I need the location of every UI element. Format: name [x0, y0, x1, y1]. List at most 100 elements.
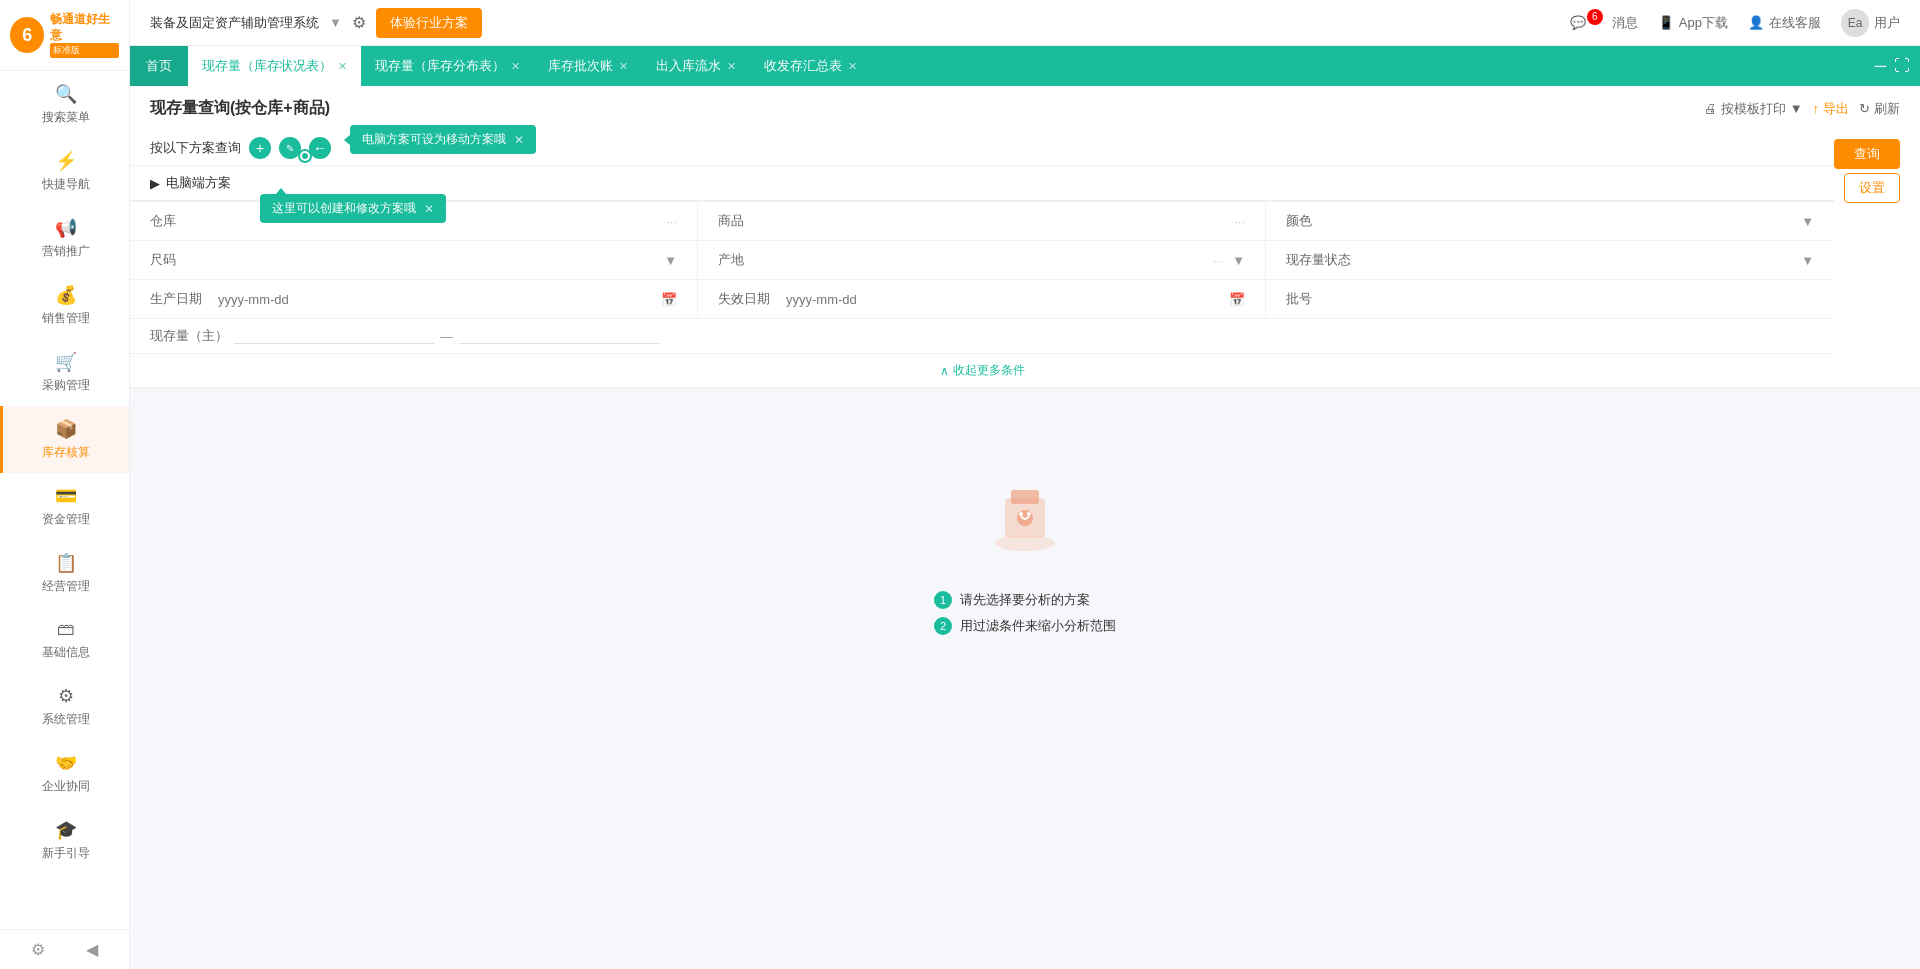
tab-close-inventory-dist[interactable]: ✕: [511, 60, 520, 73]
experience-button[interactable]: 体验行业方案: [376, 8, 482, 38]
filter-origin: 产地 ··· ▼: [698, 241, 1266, 279]
main-content: 装备及固定资产辅助管理系统 ▼ ⚙ 体验行业方案 💬 6 消息 📱 App下载 …: [130, 0, 1920, 969]
stock-status-arrow-icon[interactable]: ▼: [1801, 253, 1814, 268]
search-form: 按以下方案查询 + ✎ ← 电脑方案可设为移动方案哦 ✕: [130, 131, 1920, 387]
tab-receive-summary[interactable]: 收发存汇总表 ✕: [750, 46, 871, 86]
filter-row-2: 尺码 ▼ 产地 ··· ▼ 现存量状态: [130, 240, 1834, 279]
tab-close-inventory-status[interactable]: ✕: [338, 60, 347, 73]
sidebar-item-basic-info[interactable]: 🗃 基础信息: [0, 607, 129, 673]
sidebar-item-purchase[interactable]: 🛒 采购管理: [0, 339, 129, 406]
collapse-label: 收起更多条件: [953, 362, 1025, 379]
filter-size: 尺码 ▼: [130, 241, 698, 279]
sidebar-item-newbie[interactable]: 🎓 新手引导: [0, 807, 129, 874]
expiry-date-label: 失效日期: [718, 290, 778, 308]
tab-inventory-dist[interactable]: 现存量（库存分布表） ✕: [361, 46, 534, 86]
filter-stock-status: 现存量状态 ▼: [1266, 241, 1834, 279]
online-support-action[interactable]: 👤 在线客服: [1748, 14, 1821, 32]
sidebar: 6 畅通道好生意 标准版 🔍 搜索菜单 ⚡ 快捷导航 📢 营销推广 💰 销售管理: [0, 0, 130, 969]
sidebar-settings-btn[interactable]: ⚙: [31, 940, 45, 959]
sidebar-item-quick-nav[interactable]: ⚡ 快捷导航: [0, 138, 129, 205]
tab-minimize-icon[interactable]: ─: [1875, 57, 1886, 75]
tab-batch-account[interactable]: 库存批次账 ✕: [534, 46, 642, 86]
refresh-icon: ↻: [1859, 101, 1870, 116]
warehouse-dots-icon[interactable]: ···: [666, 214, 677, 229]
sidebar-item-operations[interactable]: 📋 经营管理: [0, 540, 129, 607]
search-button[interactable]: 查询: [1834, 139, 1900, 169]
header-settings-btn[interactable]: ⚙: [352, 13, 366, 32]
tab-home[interactable]: 首页: [130, 46, 188, 86]
tab-actions: ─ ⛶: [1865, 57, 1920, 75]
settings-button[interactable]: 设置: [1844, 173, 1900, 203]
origin-input[interactable]: [786, 253, 1205, 268]
qty-to-input[interactable]: [459, 328, 659, 344]
qty-label: 现存量（主）: [150, 327, 228, 345]
logo-icon: 6: [10, 17, 44, 53]
operations-icon: 📋: [55, 552, 77, 574]
sidebar-item-system[interactable]: ⚙ 系统管理: [0, 673, 129, 740]
tab-close-receive-summary[interactable]: ✕: [848, 60, 857, 73]
stock-status-label: 现存量状态: [1286, 251, 1351, 269]
origin-dots-icon[interactable]: ···: [1213, 253, 1224, 268]
origin-arrow-icon[interactable]: ▼: [1232, 253, 1245, 268]
color-input[interactable]: [1354, 214, 1793, 229]
header-left: 装备及固定资产辅助管理系统 ▼ ⚙ 体验行业方案: [150, 8, 482, 38]
sidebar-item-sales[interactable]: 💰 销售管理: [0, 272, 129, 339]
batch-no-input[interactable]: [1354, 292, 1814, 307]
svg-point-5: [1027, 512, 1031, 516]
size-arrow-icon[interactable]: ▼: [664, 253, 677, 268]
production-date-label: 生产日期: [150, 290, 210, 308]
quick-nav-icon: ⚡: [55, 150, 77, 172]
search-scheme-row: 按以下方案查询 + ✎ ← 电脑方案可设为移动方案哦 ✕: [130, 131, 1834, 166]
search-menu-icon: 🔍: [55, 83, 77, 105]
top-header: 装备及固定资产辅助管理系统 ▼ ⚙ 体验行业方案 💬 6 消息 📱 App下载 …: [130, 0, 1920, 46]
expiry-date-calendar-icon[interactable]: 📅: [1229, 292, 1245, 307]
size-input[interactable]: [218, 253, 656, 268]
search-back-button[interactable]: ←: [309, 137, 331, 159]
qty-from-input[interactable]: [234, 328, 434, 344]
system-dropdown-icon[interactable]: ▼: [329, 15, 342, 30]
purchase-icon: 🛒: [55, 351, 77, 373]
support-icon: 👤: [1748, 15, 1764, 30]
tab-close-batch-account[interactable]: ✕: [619, 60, 628, 73]
pc-scheme-item[interactable]: ▶ 电脑端方案: [150, 170, 1814, 196]
export-button[interactable]: ↑ 导出: [1813, 100, 1850, 118]
step-2-num: 2: [934, 617, 952, 635]
tab-in-out-flow[interactable]: 出入库流水 ✕: [642, 46, 750, 86]
scheme-tooltip-2-close[interactable]: ✕: [424, 202, 434, 216]
filter-batch-no: 批号: [1266, 280, 1834, 318]
print-icon: 🖨: [1704, 101, 1717, 116]
print-button[interactable]: 🖨 按模板打印 ▼: [1704, 100, 1803, 118]
sidebar-item-finance[interactable]: 💳 资金管理: [0, 473, 129, 540]
user-action[interactable]: Ea 用户: [1841, 9, 1900, 37]
app-download-action[interactable]: 📱 App下载: [1658, 14, 1728, 32]
sidebar-item-search-menu[interactable]: 🔍 搜索菜单: [0, 71, 129, 138]
sales-icon: 💰: [55, 284, 77, 306]
refresh-button[interactable]: ↻ 刷新: [1859, 100, 1900, 118]
tab-close-in-out-flow[interactable]: ✕: [727, 60, 736, 73]
tab-inventory-status[interactable]: 现存量（库存状况表） ✕: [188, 46, 361, 86]
scheme-tooltip-1-close[interactable]: ✕: [514, 133, 524, 147]
scheme-tooltip-1: 电脑方案可设为移动方案哦 ✕: [350, 125, 536, 154]
warehouse-label: 仓库: [150, 212, 210, 230]
search-add-button[interactable]: +: [249, 137, 271, 159]
empty-illustration: [975, 468, 1075, 571]
tree-collapse-icon: ▶: [150, 176, 160, 191]
svg-point-4: [1019, 512, 1023, 516]
message-action[interactable]: 💬 6 消息: [1570, 14, 1638, 32]
tab-fullscreen-icon[interactable]: ⛶: [1894, 57, 1910, 75]
size-label: 尺码: [150, 251, 210, 269]
sidebar-item-marketing[interactable]: 📢 营销推广: [0, 205, 129, 272]
production-date-input[interactable]: [218, 292, 653, 307]
collapse-bar[interactable]: ∧ 收起更多条件: [130, 353, 1834, 387]
sidebar-collapse-btn[interactable]: ◀: [86, 940, 98, 959]
sidebar-item-enterprise[interactable]: 🤝 企业协同: [0, 740, 129, 807]
search-edit-button[interactable]: ✎: [279, 137, 301, 159]
stock-status-input[interactable]: [1359, 253, 1793, 268]
sidebar-item-inventory[interactable]: 📦 库存核算: [0, 406, 129, 473]
expiry-date-input[interactable]: [786, 292, 1221, 307]
goods-dots-icon[interactable]: ···: [1234, 214, 1245, 229]
sidebar-nav: 🔍 搜索菜单 ⚡ 快捷导航 📢 营销推广 💰 销售管理 🛒 采购管理 📦: [0, 71, 129, 929]
goods-input[interactable]: [786, 214, 1226, 229]
color-arrow-icon[interactable]: ▼: [1801, 214, 1814, 229]
production-date-calendar-icon[interactable]: 📅: [661, 292, 677, 307]
